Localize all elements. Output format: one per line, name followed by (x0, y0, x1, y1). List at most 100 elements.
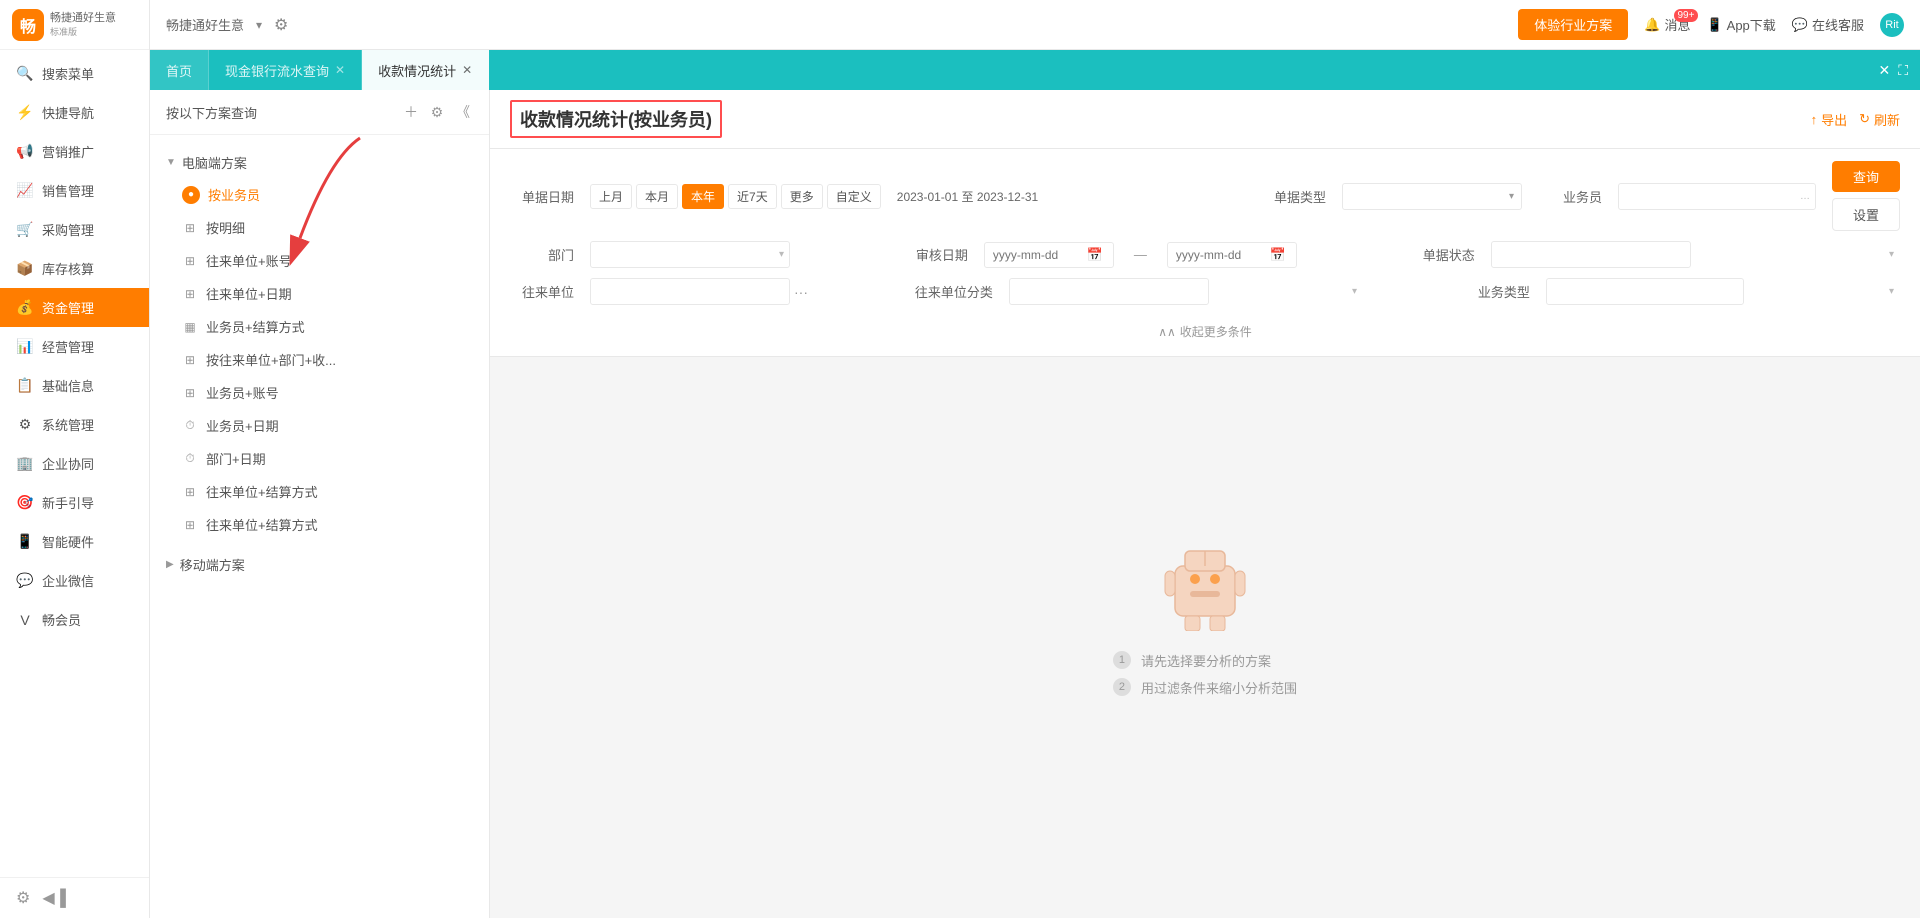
date-more-btn[interactable]: 更多 (781, 184, 823, 209)
sidebar-item-basic-info[interactable]: 📋 基础信息 (0, 366, 149, 405)
sidebar-logo: 畅 畅捷通好生意 标准版 (0, 0, 149, 50)
mobile-group-expand-icon: ▶ (166, 559, 174, 570)
review-date-from-input[interactable] (993, 248, 1083, 262)
page-title: 收款情况统计(按业务员) (520, 106, 712, 132)
sidebar-item-marketing[interactable]: 📢 营销推广 (0, 132, 149, 171)
notification-btn[interactable]: 🔔 消息 99+ (1644, 15, 1690, 34)
newbie-icon: 🎯 (16, 494, 34, 512)
date-label: 单据日期 (510, 187, 574, 206)
sidebar-item-purchase[interactable]: 🛒 采购管理 (0, 210, 149, 249)
add-scheme-btn[interactable]: ＋ (401, 102, 421, 122)
scheme-item-unit-method2[interactable]: ⊞ 往来单位+结算方式 (150, 508, 489, 541)
export-label: 导出 (1821, 110, 1847, 129)
export-btn[interactable]: ↑ 导出 (1811, 110, 1848, 129)
pc-group-label: 电脑端方案 (182, 153, 247, 172)
scheme-item-dept-date[interactable]: ⏱ 部门+日期 (150, 442, 489, 475)
topbar-right: 体验行业方案 🔔 消息 99+ 📱 App下载 💬 在线客服 Rit (1518, 9, 1904, 40)
scheme-item-by-detail[interactable]: ⊞ 按明细 (150, 211, 489, 244)
filter-row-3: 往来单位 ··· 往来单位分类 ▾ 业务类型 ▾ (510, 278, 1900, 305)
scheme-item-salesperson-date[interactable]: ⏱ 业务员+日期 (150, 409, 489, 442)
scheme-item-unit-dept-collect[interactable]: ⊞ 按往来单位+部门+收... (150, 343, 489, 376)
scheme-icon-unit-date: ⊞ (182, 286, 198, 302)
page-content-area: 按以下方案查询 ＋ ⚙ 《 ▼ 电脑端方案 ● 按业务员 (150, 90, 1920, 918)
sidebar-item-operations[interactable]: 📊 经营管理 (0, 327, 149, 366)
tab-expand-icon[interactable]: ⛶ (1898, 62, 1908, 79)
date-last-month-btn[interactable]: 上月 (590, 184, 632, 209)
scheme-item-salesperson-method[interactable]: ▦ 业务员+结算方式 (150, 310, 489, 343)
tab-collection-stats-close-icon[interactable]: ✕ (462, 63, 472, 77)
scheme-item-by-salesperson[interactable]: ● 按业务员 (150, 178, 489, 211)
filter-settings-btn[interactable]: 设置 (1832, 198, 1900, 231)
app-download-icon: 📱 (1706, 17, 1722, 33)
tab-bank-flow[interactable]: 现金银行流水查询 ✕ (209, 50, 362, 90)
topbar-gear-icon[interactable]: ⚙ (274, 15, 288, 35)
calendar-from-icon[interactable]: 📅 (1087, 247, 1103, 263)
sidebar-item-quick-nav[interactable]: ⚡ 快捷导航 (0, 93, 149, 132)
tab-collection-stats[interactable]: 收款情况统计 ✕ (362, 50, 489, 90)
tab-close-all-icon[interactable]: ✕ (1878, 62, 1890, 79)
date-this-year-btn[interactable]: 本年 (682, 184, 724, 209)
sidebar-item-enterprise[interactable]: 🏢 企业协同 (0, 444, 149, 483)
review-date-to-input[interactable] (1176, 248, 1266, 262)
calendar-to-icon[interactable]: 📅 (1270, 247, 1286, 263)
collapse-filter-btn[interactable]: ∧∧ 收起更多条件 (510, 315, 1900, 344)
sidebar-collapse-icon[interactable]: ◀▐ (42, 888, 66, 908)
scheme-group-pc-header[interactable]: ▼ 电脑端方案 (150, 147, 489, 178)
tab-bank-flow-close-icon[interactable]: ✕ (335, 63, 345, 77)
wechat-icon: 💬 (16, 572, 34, 590)
partner-category-input[interactable] (1009, 278, 1209, 305)
partner-category-select-wrapper: ▾ (1009, 278, 1363, 305)
scheme-icon-sp-account: ⊞ (182, 385, 198, 401)
topbar-chevron-icon[interactable]: ▾ (256, 18, 262, 32)
scheme-item-unit-account[interactable]: ⊞ 往来单位+账号 (150, 244, 489, 277)
dept-input[interactable] (590, 241, 790, 268)
trial-btn[interactable]: 体验行业方案 (1518, 9, 1628, 40)
partner-input[interactable] (590, 278, 790, 305)
refresh-label: 刷新 (1874, 110, 1900, 129)
mobile-group-label: 移动端方案 (180, 555, 245, 574)
tab-bank-flow-label: 现金银行流水查询 (225, 61, 329, 80)
sidebar-item-wechat[interactable]: 💬 企业微信 (0, 561, 149, 600)
biz-type-input[interactable] (1546, 278, 1744, 305)
doc-type-select[interactable] (1342, 183, 1522, 210)
partner-dots-icon[interactable]: ··· (790, 284, 812, 300)
sidebar-item-member[interactable]: V 畅会员 (0, 600, 149, 639)
scheme-item-unit-date[interactable]: ⊞ 往来单位+日期 (150, 277, 489, 310)
tab-home[interactable]: 首页 (150, 50, 209, 90)
sidebar-item-system[interactable]: ⚙ 系统管理 (0, 405, 149, 444)
sidebar-item-label: 新手引导 (42, 493, 94, 512)
online-service-btn[interactable]: 💬 在线客服 (1792, 15, 1864, 34)
sidebar-item-label: 企业微信 (42, 571, 94, 590)
date-last-7-days-btn[interactable]: 近7天 (728, 184, 777, 209)
system-icon: ⚙ (16, 416, 34, 434)
date-this-month-btn[interactable]: 本月 (636, 184, 678, 209)
sidebar-item-sales[interactable]: 📈 销售管理 (0, 171, 149, 210)
date-custom-btn[interactable]: 自定义 (827, 184, 881, 209)
date-separator: — (1130, 247, 1151, 262)
sidebar-item-smart-hw[interactable]: 📱 智能硬件 (0, 522, 149, 561)
scheme-item-salesperson-account[interactable]: ⊞ 业务员+账号 (150, 376, 489, 409)
sidebar-item-finance[interactable]: 💰 资金管理 (0, 288, 149, 327)
salesperson-input[interactable] (1618, 183, 1816, 210)
scheme-settings-btn[interactable]: ⚙ (427, 102, 447, 122)
scheme-item-unit-method1[interactable]: ⊞ 往来单位+结算方式 (150, 475, 489, 508)
sidebar-item-inventory[interactable]: 📦 库存核算 (0, 249, 149, 288)
topbar: 畅捷通好生意 ▾ ⚙ 体验行业方案 🔔 消息 99+ 📱 App下载 💬 在线客… (150, 0, 1920, 50)
scheme-collapse-btn[interactable]: 《 (453, 102, 473, 122)
doc-status-input[interactable] (1491, 241, 1691, 268)
sidebar-item-newbie[interactable]: 🎯 新手引导 (0, 483, 149, 522)
app-download-btn[interactable]: 📱 App下载 (1706, 15, 1775, 34)
user-profile-btn[interactable]: Rit (1880, 13, 1904, 37)
scheme-item-label: 往来单位+日期 (206, 284, 292, 303)
scheme-item-label: 业务员+账号 (206, 383, 279, 402)
tab-collection-stats-label: 收款情况统计 (378, 61, 456, 80)
sidebar-settings-icon[interactable]: ⚙ (16, 888, 30, 908)
sidebar-item-search-menu[interactable]: 🔍 搜索菜单 (0, 54, 149, 93)
scheme-group-mobile-header[interactable]: ▶ 移动端方案 (150, 549, 489, 580)
empty-step-2: 2 用过滤条件来缩小分析范围 (1113, 678, 1297, 697)
refresh-btn[interactable]: ↻ 刷新 (1859, 110, 1900, 129)
empty-steps: 1 请先选择要分析的方案 2 用过滤条件来缩小分析范围 (1113, 651, 1297, 705)
sidebar-item-label: 库存核算 (42, 259, 94, 278)
query-btn[interactable]: 查询 (1832, 161, 1900, 192)
step-2-num: 2 (1113, 678, 1131, 696)
